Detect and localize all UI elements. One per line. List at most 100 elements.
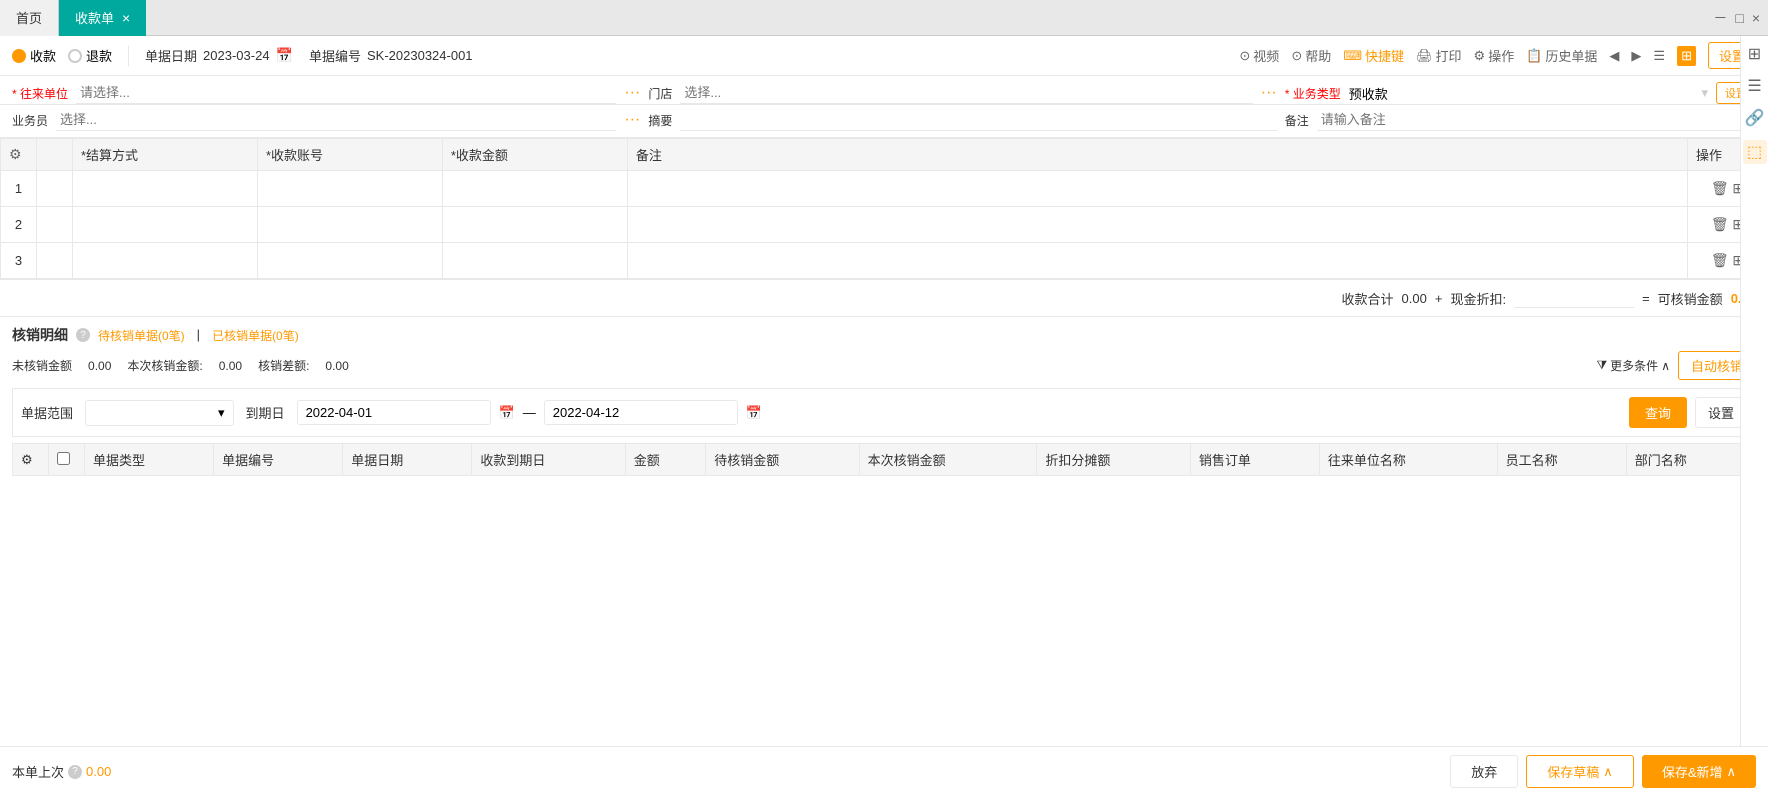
tab-home[interactable]: 首页 — [0, 0, 59, 36]
row-3-empty — [37, 243, 73, 279]
history-btn[interactable]: 📋 历史单据 — [1526, 46, 1597, 65]
row-2-delete-btn[interactable]: 🗑 — [1711, 216, 1729, 233]
completed-tab[interactable]: 已核销单据(0笔) — [212, 327, 299, 344]
recon-section: 核销明细 ? 待核销单据(0笔) | 已核销单据(0笔) 未核销金额 0.00 … — [0, 317, 1768, 796]
save-new-button[interactable]: 保存&新增 ∧ — [1642, 755, 1756, 788]
sidebar-table-icon[interactable]: ⊞ — [1748, 44, 1761, 64]
recon-tabs: 待核销单据(0笔) | 已核销单据(0笔) — [98, 327, 299, 344]
biz-type-label: 业务类型 — [1285, 85, 1341, 102]
bth-discount-label: 折扣分摊额 — [1045, 453, 1110, 468]
nav-prev-icon[interactable]: ◀ — [1609, 48, 1619, 64]
store-more-icon[interactable]: ··· — [1261, 84, 1277, 102]
range-dropdown[interactable]: ▾ — [85, 400, 234, 426]
th-settlement-label: *结算方式 — [81, 148, 138, 163]
filter-row: 单据范围 ▾ 到期日 📅 — 📅 查询 设置 — [12, 388, 1756, 437]
salesperson-label: 业务员 — [12, 112, 48, 129]
available-label: 可核销金额 — [1658, 289, 1723, 308]
abandon-button[interactable]: 放弃 — [1450, 755, 1518, 788]
btable-settings-icon[interactable]: ⚙ — [21, 452, 33, 467]
discount-input[interactable] — [1514, 288, 1634, 308]
th-settings[interactable]: ⚙ — [1, 139, 37, 171]
counterpart-more-icon[interactable]: ··· — [624, 84, 640, 102]
sidebar-link-icon[interactable]: 🔗 — [1745, 108, 1765, 128]
select-all-checkbox[interactable] — [57, 452, 70, 465]
pending-tab[interactable]: 待核销单据(0笔) — [98, 327, 185, 344]
sidebar-expand-icon[interactable]: ⬚ — [1743, 140, 1767, 164]
row-2-account — [257, 207, 442, 243]
th-num — [37, 139, 73, 171]
maximize-icon[interactable]: □ — [1735, 10, 1743, 26]
sidebar-list-icon[interactable]: ☰ — [1747, 76, 1761, 96]
bth-doc-number: 单据编号 — [214, 444, 343, 476]
query-button[interactable]: 查询 — [1629, 397, 1687, 428]
bth-amount: 金额 — [625, 444, 705, 476]
recon-info-icon[interactable]: ? — [76, 328, 90, 342]
bth-pending-recon: 待核销金额 — [706, 444, 859, 476]
date-end-input[interactable] — [544, 400, 738, 425]
close-icon[interactable]: × — [1752, 10, 1760, 26]
store-input[interactable] — [680, 82, 1252, 104]
salesperson-input[interactable] — [56, 109, 616, 131]
operations-btn[interactable]: ⚙ 操作 — [1474, 46, 1515, 65]
remarks-input[interactable] — [1317, 109, 1756, 131]
bth-due-date: 收款到期日 — [472, 444, 625, 476]
nav-next-icon[interactable]: ▶ — [1631, 48, 1641, 64]
shortcut-btn[interactable]: ⌨ 快捷键 — [1343, 46, 1404, 65]
print-btn[interactable]: 🖨 打印 — [1416, 46, 1462, 65]
form-row-2: 业务员 ··· 摘要 备注 — [0, 105, 1768, 138]
date-calendar-icon-1[interactable]: 📅 — [499, 405, 515, 421]
bth-settings[interactable]: ⚙ — [13, 444, 49, 476]
th-account: *收款账号 — [257, 139, 442, 171]
radio-receipt[interactable]: 收款 — [12, 46, 56, 65]
video-btn[interactable]: ⊙ 视频 — [1239, 46, 1279, 65]
radio-refund[interactable]: 退款 — [68, 46, 112, 65]
date-start-input[interactable] — [297, 400, 491, 425]
date-range: 📅 — 📅 — [297, 400, 762, 425]
bth-due-date-label: 收款到期日 — [480, 453, 545, 468]
date-calendar-icon-2[interactable]: 📅 — [746, 405, 762, 421]
bth-checkbox[interactable] — [49, 444, 85, 476]
tab-bar-right: － □ × — [1713, 8, 1768, 28]
bth-dept-name: 部门名称 — [1626, 444, 1755, 476]
calendar-icon[interactable]: 📅 — [276, 47, 293, 64]
row-3-delete-btn[interactable]: 🗑 — [1711, 252, 1729, 269]
this-order-info-icon[interactable]: ? — [68, 765, 82, 779]
row-2-remarks — [627, 207, 1687, 243]
recon-heading: 核销明细 — [12, 325, 68, 345]
toolbar: 收款 退款 单据日期 2023-03-24 📅 单据编号 SK-20230324… — [0, 36, 1768, 76]
tab-close-icon[interactable]: × — [122, 10, 130, 26]
number-value: SK-20230324-001 — [367, 48, 473, 63]
salesperson-more-icon[interactable]: ··· — [624, 111, 640, 129]
tab-receipt[interactable]: 收款单 × — [59, 0, 146, 36]
row-1-amount — [442, 171, 627, 207]
total-value: 0.00 — [1402, 291, 1427, 306]
radio-receipt-dot — [12, 49, 26, 63]
bth-current-recon-label: 本次核销金额 — [868, 453, 946, 468]
help-btn[interactable]: ⊙ 帮助 — [1291, 46, 1331, 65]
minimize-icon[interactable]: － — [1713, 8, 1727, 28]
row-3-account — [257, 243, 442, 279]
shortcut-label: 快捷键 — [1365, 46, 1404, 65]
filter-right: 查询 设置 — [1629, 397, 1747, 428]
row-1-delete-btn[interactable]: 🗑 — [1711, 180, 1729, 197]
th-remarks: 备注 — [627, 139, 1687, 171]
save-new-chevron: ∧ — [1726, 764, 1736, 780]
counterpart-input[interactable] — [76, 82, 616, 104]
equals-sign: = — [1642, 291, 1650, 306]
summary-input[interactable] — [680, 109, 1276, 131]
table-settings-icon[interactable]: ⚙ — [9, 146, 22, 162]
biz-type-chevron[interactable]: ▾ — [1701, 85, 1708, 101]
save-draft-chevron: ∧ — [1603, 764, 1613, 780]
list-view-icon[interactable]: ☰ — [1653, 48, 1665, 64]
bth-current-recon: 本次核销金额 — [859, 444, 1037, 476]
save-new-label: 保存&新增 — [1662, 762, 1723, 781]
tab-bar: 首页 收款单 × － □ × — [0, 0, 1768, 36]
date-value: 2023-03-24 — [203, 48, 270, 63]
recon-title: 核销明细 ? 待核销单据(0笔) | 已核销单据(0笔) — [12, 325, 1756, 345]
toolbar-right: ⊙ 视频 ⊙ 帮助 ⌨ 快捷键 🖨 打印 ⚙ 操作 📋 历史单据 — [1239, 42, 1756, 69]
more-conditions-btn[interactable]: ⧩ 更多条件 ∧ — [1596, 357, 1670, 374]
save-draft-button[interactable]: 保存草稿 ∧ — [1526, 755, 1634, 788]
form-row-1: 往来单位 ··· 门店 ··· 业务类型 预收款 ▾ 设置 — [0, 76, 1768, 105]
grid-view-icon[interactable]: ⊞ — [1677, 46, 1696, 66]
radio-refund-dot — [68, 49, 82, 63]
